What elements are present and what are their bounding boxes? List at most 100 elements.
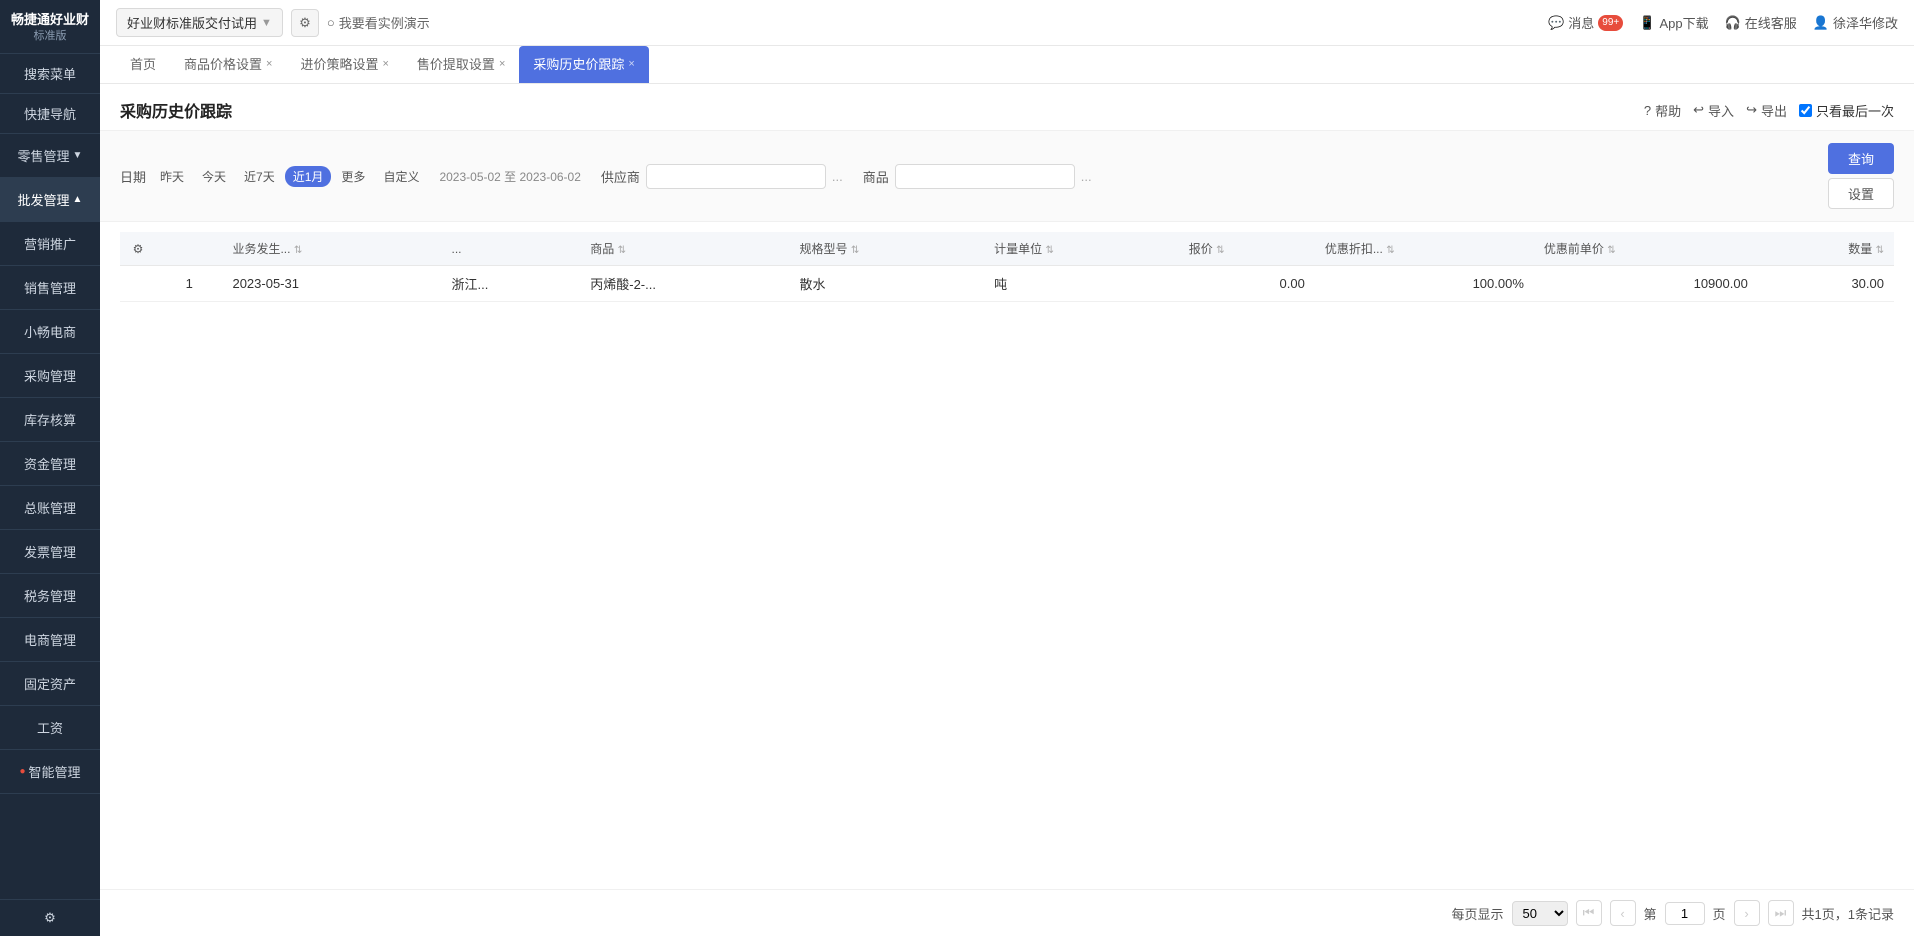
import-button[interactable]: ↩ 导入 <box>1693 101 1734 120</box>
page-header: 采购历史价跟踪 ? 帮助 ↩ 导入 ↪ 导出 只看最后一次 <box>100 84 1914 131</box>
chevron-down-icon: ▼ <box>73 150 83 161</box>
date-opt-yesterday[interactable]: 昨天 <box>152 166 192 187</box>
tab-sale-extract[interactable]: 售价提取设置 × <box>403 46 519 83</box>
message-badge: 99+ <box>1598 15 1623 31</box>
app-download-button[interactable]: 📱 App下载 <box>1639 13 1708 32</box>
sort-icon: ⇅ <box>1607 245 1615 256</box>
online-service-button[interactable]: 🎧 在线客服 <box>1725 13 1797 32</box>
sidebar-item-fixed-assets[interactable]: 固定资产 <box>0 662 100 706</box>
tab-price-settings[interactable]: 商品价格设置 × <box>170 46 286 83</box>
th-gear[interactable]: ⚙ <box>120 232 156 266</box>
message-button[interactable]: 💬 消息 99+ <box>1548 13 1623 32</box>
table-header-row: ⚙ 业务发生... ⇅ ... 商品 ⇅ <box>120 232 1894 266</box>
th-quote[interactable]: 报价 ⇅ <box>1179 232 1315 266</box>
sidebar-item-wholesale[interactable]: 批发管理 ▲ <box>0 178 100 222</box>
td-spec: 散水 <box>790 266 985 302</box>
headset-icon: 🎧 <box>1725 15 1741 31</box>
tab-purchase-history-label: 采购历史价跟踪 <box>533 54 624 73</box>
th-product[interactable]: 商品 ⇅ <box>580 232 789 266</box>
th-more[interactable]: ... <box>442 232 581 266</box>
supplier-label: 供应商 <box>601 167 640 186</box>
only-last-checkbox[interactable] <box>1799 104 1812 117</box>
sidebar-item-marketing[interactable]: 营销推广 <box>0 222 100 266</box>
close-icon[interactable]: × <box>628 58 634 70</box>
page-area: 采购历史价跟踪 ? 帮助 ↩ 导入 ↪ 导出 只看最后一次 <box>100 84 1914 936</box>
help-button[interactable]: ? 帮助 <box>1644 101 1681 120</box>
total-info: 共1页，1条记录 <box>1802 904 1894 923</box>
sidebar-item-finance[interactable]: 资金管理 <box>0 442 100 486</box>
sidebar-item-ledger[interactable]: 总账管理 <box>0 486 100 530</box>
date-opt-custom[interactable]: 自定义 <box>375 166 427 187</box>
date-opt-more[interactable]: 更多 <box>333 166 373 187</box>
supplier-input[interactable] <box>646 164 826 189</box>
date-opt-today[interactable]: 今天 <box>194 166 234 187</box>
close-icon[interactable]: × <box>499 58 505 70</box>
gear-icon: ⚙ <box>299 15 311 31</box>
sidebar-item-smart[interactable]: ● 智能管理 <box>0 750 100 794</box>
close-icon[interactable]: × <box>266 58 272 70</box>
sidebar-item-inventory[interactable]: 库存核算 <box>0 398 100 442</box>
supplier-more-icon[interactable]: ... <box>832 169 843 184</box>
query-button[interactable]: 查询 <box>1828 143 1894 174</box>
user-menu[interactable]: 👤 徐泽华修改 <box>1813 13 1898 32</box>
pagination: 每页显示 50 20 100 200 ⏮ ‹ 第 页 › ⏭ 共1页，1条记录 <box>100 889 1914 936</box>
product-input[interactable] <box>895 164 1075 189</box>
product-more-icon[interactable]: ... <box>1081 169 1092 184</box>
page-actions: ? 帮助 ↩ 导入 ↪ 导出 只看最后一次 <box>1644 101 1894 120</box>
sidebar-item-tax[interactable]: 税务管理 <box>0 574 100 618</box>
date-opt-last7days[interactable]: 近7天 <box>236 166 283 187</box>
sort-icon: ⇅ <box>851 245 859 256</box>
table-area: ⚙ 业务发生... ⇅ ... 商品 ⇅ <box>100 222 1914 889</box>
user-icon: 👤 <box>1813 15 1829 31</box>
sidebar: 畅捷通好业财 标准版 搜索菜单 快捷导航 零售管理 ▼ 批发管理 ▲ 营销推广 … <box>0 0 100 936</box>
th-biz-date[interactable]: 业务发生... ⇅ <box>222 232 441 266</box>
th-spec[interactable]: 规格型号 ⇅ <box>790 232 985 266</box>
sort-icon: ⇅ <box>294 245 302 256</box>
sidebar-settings-button[interactable]: ⚙ <box>0 899 100 936</box>
page-last-button[interactable]: ⏭ <box>1768 900 1794 926</box>
sidebar-item-invoice[interactable]: 发票管理 <box>0 530 100 574</box>
th-pre-discount-price[interactable]: 优惠前单价 ⇅ <box>1534 232 1758 266</box>
sidebar-item-salary[interactable]: 工资 <box>0 706 100 750</box>
version-settings-button[interactable]: ⚙ <box>291 9 319 37</box>
export-button[interactable]: ↪ 导出 <box>1746 101 1787 120</box>
td-biz-date: 2023-05-31 <box>222 266 441 302</box>
tab-purchase-history[interactable]: 采购历史价跟踪 × <box>519 46 648 83</box>
date-filter-group: 日期 昨天 今天 近7天 近1月 更多 自定义 2023-05-02 至 202… <box>120 166 581 187</box>
demo-link[interactable]: ○ 我要看实例演示 <box>327 13 430 32</box>
message-icon: 💬 <box>1548 15 1564 31</box>
chevron-down-icon: ▼ <box>261 17 272 29</box>
page-first-button[interactable]: ⏮ <box>1576 900 1602 926</box>
page-next-button[interactable]: › <box>1734 900 1760 926</box>
td-unit: 吨 <box>984 266 1179 302</box>
close-icon[interactable]: × <box>382 58 388 70</box>
page-prev-button[interactable]: ‹ <box>1610 900 1636 926</box>
th-unit[interactable]: 计量单位 ⇅ <box>984 232 1179 266</box>
th-discount[interactable]: 优惠折扣... ⇅ <box>1315 232 1534 266</box>
page-title: 采购历史价跟踪 <box>120 98 232 122</box>
sidebar-item-search[interactable]: 搜索菜单 <box>0 54 100 94</box>
sidebar-item-purchase[interactable]: 采购管理 <box>0 354 100 398</box>
table-row[interactable]: 1 2023-05-31 浙江... 丙烯酸-2-... 散水 吨 0.00 1… <box>120 266 1894 302</box>
tab-purchase-strategy[interactable]: 进价策略设置 × <box>286 46 402 83</box>
sort-icon: ⇅ <box>1046 245 1054 256</box>
td-pre-discount-price: 10900.00 <box>1534 266 1758 302</box>
tab-home[interactable]: 首页 <box>116 46 170 83</box>
demo-icon: ○ <box>327 15 335 30</box>
sidebar-item-ecommerce-small[interactable]: 小畅电商 <box>0 310 100 354</box>
th-quantity[interactable]: 数量 ⇅ <box>1758 232 1894 266</box>
only-last-option: 只看最后一次 <box>1799 101 1894 120</box>
page-input[interactable] <box>1665 902 1705 925</box>
date-range-value: 2023-05-02 至 2023-06-02 <box>439 168 580 185</box>
chevron-up-icon: ▲ <box>73 194 83 205</box>
sidebar-item-ecommerce[interactable]: 电商管理 <box>0 618 100 662</box>
date-opt-last1month[interactable]: 近1月 <box>285 166 332 187</box>
td-supplier: 浙江... <box>442 266 581 302</box>
version-selector[interactable]: 好业财标准版交付试用 ▼ <box>116 8 283 37</box>
sidebar-item-sales[interactable]: 销售管理 <box>0 266 100 310</box>
filter-settings-button[interactable]: 设置 <box>1828 178 1894 209</box>
sidebar-item-retail[interactable]: 零售管理 ▼ <box>0 134 100 178</box>
per-page-select[interactable]: 50 20 100 200 <box>1512 901 1568 926</box>
page-label-text: 第 <box>1644 904 1657 923</box>
sidebar-item-quick-nav[interactable]: 快捷导航 <box>0 94 100 134</box>
